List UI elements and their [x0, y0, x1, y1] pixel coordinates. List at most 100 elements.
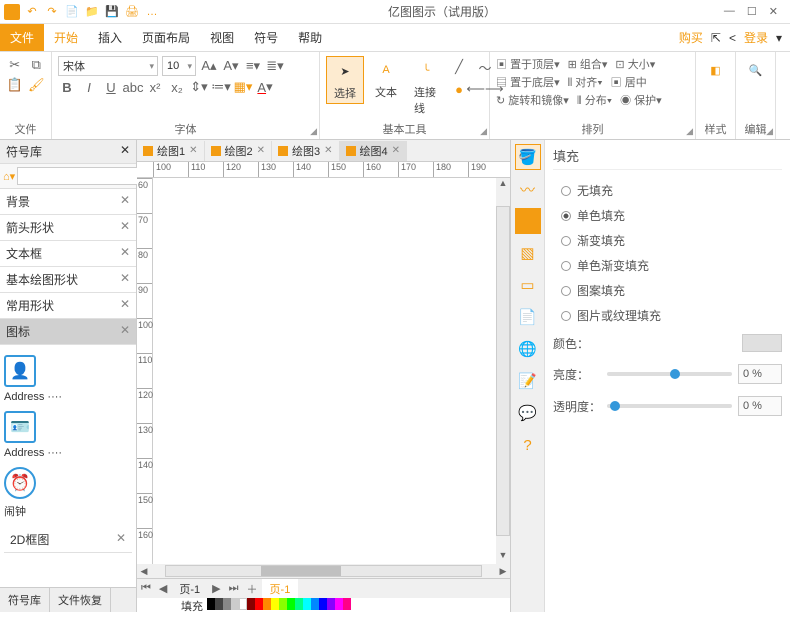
format-painter-icon[interactable]: 🖌 — [28, 76, 46, 94]
opacity-slider[interactable] — [607, 404, 732, 408]
center-button[interactable]: ▣ 居中 — [611, 74, 647, 90]
category-icons[interactable]: 图标✕ — [0, 319, 136, 345]
undo-icon[interactable]: ↶ — [24, 4, 40, 20]
fill-solid-radio[interactable]: 单色填充 — [561, 203, 782, 228]
category-arrow[interactable]: 箭头形状✕ — [0, 215, 136, 241]
menu-symbol[interactable]: 符号 — [244, 24, 288, 51]
tab-symbol-library[interactable]: 符号库 — [0, 588, 50, 612]
menu-insert[interactable]: 插入 — [88, 24, 132, 51]
color-swatch[interactable] — [247, 598, 255, 610]
redo-icon[interactable]: ↷ — [44, 4, 60, 20]
print-icon[interactable]: 🖨 — [124, 4, 140, 20]
superscript-icon[interactable]: x² — [146, 78, 164, 96]
color-swatch[interactable] — [207, 598, 215, 610]
page-prev-icon[interactable]: ◀ — [155, 582, 171, 595]
shape-address-2[interactable]: 🪪 Address ···· — [4, 411, 132, 459]
new-icon[interactable]: 📄 — [64, 4, 80, 20]
opacity-value[interactable]: 0 % — [738, 396, 782, 416]
italic-icon[interactable]: I — [80, 78, 98, 96]
tab-file-recovery[interactable]: 文件恢复 — [50, 588, 111, 612]
color-swatch[interactable] — [327, 598, 335, 610]
bring-front-button[interactable]: ▣ 置于顶层▾ — [496, 56, 560, 72]
distribute-button[interactable]: ⦀ 分布▾ — [577, 92, 612, 108]
color-swatch[interactable] — [303, 598, 311, 610]
text-tool-button[interactable]: A 文本 — [368, 56, 404, 102]
web-tool-icon[interactable]: 🌐 — [515, 336, 541, 362]
color-swatch[interactable] — [223, 598, 231, 610]
strikethrough-icon[interactable]: abc — [124, 78, 142, 96]
color-swatch[interactable] — [319, 598, 327, 610]
color-swatch[interactable] — [287, 598, 295, 610]
close-icon[interactable]: ✕ — [392, 145, 400, 156]
solid-fill-icon[interactable] — [515, 208, 541, 234]
subscript-icon[interactable]: x₂ — [168, 78, 186, 96]
note-tool-icon[interactable]: 📝 — [515, 368, 541, 394]
comment-tool-icon[interactable]: 💬 — [515, 400, 541, 426]
color-swatch[interactable] — [239, 598, 247, 610]
menu-home[interactable]: 开始 — [44, 24, 88, 51]
category-basic-shapes[interactable]: 基本绘图形状✕ — [0, 267, 136, 293]
doc-tab-4[interactable]: 绘图4✕ — [340, 141, 408, 161]
font-family-select[interactable]: 宋体 — [58, 56, 158, 76]
close-icon[interactable]: ✕ — [324, 145, 332, 156]
category-common-shapes[interactable]: 常用形状✕ — [0, 293, 136, 319]
save-icon[interactable]: 💾 — [104, 4, 120, 20]
tools-dialog-launcher-icon[interactable]: ◢ — [480, 126, 487, 137]
fill-texture-radio[interactable]: 图片或纹理填充 — [561, 303, 782, 328]
open-icon[interactable]: 📁 — [84, 4, 100, 20]
home-icon[interactable]: ⌂▾ — [3, 170, 15, 183]
arrange-dialog-launcher-icon[interactable]: ◢ — [686, 126, 693, 137]
page-add-icon[interactable]: ＋ — [243, 581, 262, 597]
align-v-icon[interactable]: ≣▾ — [266, 57, 284, 75]
page-tab-active[interactable]: 页-1 — [262, 579, 299, 599]
scrollbar-vertical[interactable]: ▲ ▼ — [496, 178, 510, 564]
highlight-icon[interactable]: ▦▾ — [234, 78, 252, 96]
scroll-up-icon[interactable]: ▲ — [496, 178, 510, 192]
font-color-icon[interactable]: A▾ — [256, 78, 274, 96]
panel-close-icon[interactable]: ✕ — [120, 143, 130, 160]
menu-pagelayout[interactable]: 页面布局 — [132, 24, 200, 51]
fill-tool-icon[interactable]: 🪣 — [515, 144, 541, 170]
share-icon[interactable]: < — [729, 31, 736, 45]
fill-gradient-radio[interactable]: 渐变填充 — [561, 228, 782, 253]
edit-button[interactable]: 🔍 — [742, 56, 769, 84]
shadow-tool-icon[interactable]: ▧ — [515, 240, 541, 266]
category-2d-frame[interactable]: 2D框图✕ — [4, 527, 132, 553]
group-button[interactable]: ⊞ 组合▾ — [568, 56, 608, 72]
shrink-font-icon[interactable]: A▾ — [222, 57, 240, 75]
color-swatch[interactable] — [295, 598, 303, 610]
close-button[interactable]: ✕ — [769, 5, 778, 18]
scroll-right-icon[interactable]: ▶ — [496, 566, 510, 577]
align-h-icon[interactable]: ≡▾ — [244, 57, 262, 75]
menu-file[interactable]: 文件 — [0, 24, 44, 51]
color-swatch[interactable] — [311, 598, 319, 610]
drawing-canvas[interactable] — [153, 178, 496, 564]
send-back-button[interactable]: ▤ 置于底层▾ — [496, 74, 560, 90]
underline-icon[interactable]: U — [102, 78, 120, 96]
font-size-select[interactable]: 10 — [162, 56, 196, 76]
style-button[interactable]: ◧ — [702, 56, 729, 84]
close-icon[interactable]: ✕ — [257, 145, 265, 156]
fill-none-radio[interactable]: 无填充 — [561, 178, 782, 203]
grow-font-icon[interactable]: A▴ — [200, 57, 218, 75]
scroll-thumb[interactable] — [261, 566, 341, 576]
export-icon[interactable]: ⇱ — [711, 31, 721, 45]
connector-tool-button[interactable]: ╰ 连接线 — [408, 56, 444, 118]
line-tool-icon[interactable]: 〰 — [515, 176, 541, 202]
doc-tab-1[interactable]: 绘图1✕ — [137, 141, 205, 161]
color-swatch[interactable] — [335, 598, 343, 610]
qat-more-icon[interactable]: … — [144, 4, 160, 20]
color-swatch[interactable] — [263, 598, 271, 610]
category-background[interactable]: 背景✕ — [0, 189, 136, 215]
layer-tool-icon[interactable]: ▭ — [515, 272, 541, 298]
doc-tab-3[interactable]: 绘图3✕ — [272, 141, 340, 161]
bold-icon[interactable]: B — [58, 78, 76, 96]
brightness-value[interactable]: 0 % — [738, 364, 782, 384]
login-link[interactable]: 登录 — [744, 29, 768, 46]
fill-mono-gradient-radio[interactable]: 单色渐变填充 — [561, 253, 782, 278]
color-swatch[interactable] — [255, 598, 263, 610]
login-dropdown-icon[interactable]: ▾ — [776, 31, 782, 45]
page-last-icon[interactable]: ⏭ — [225, 582, 243, 595]
color-swatch[interactable] — [279, 598, 287, 610]
color-swatch[interactable] — [215, 598, 223, 610]
